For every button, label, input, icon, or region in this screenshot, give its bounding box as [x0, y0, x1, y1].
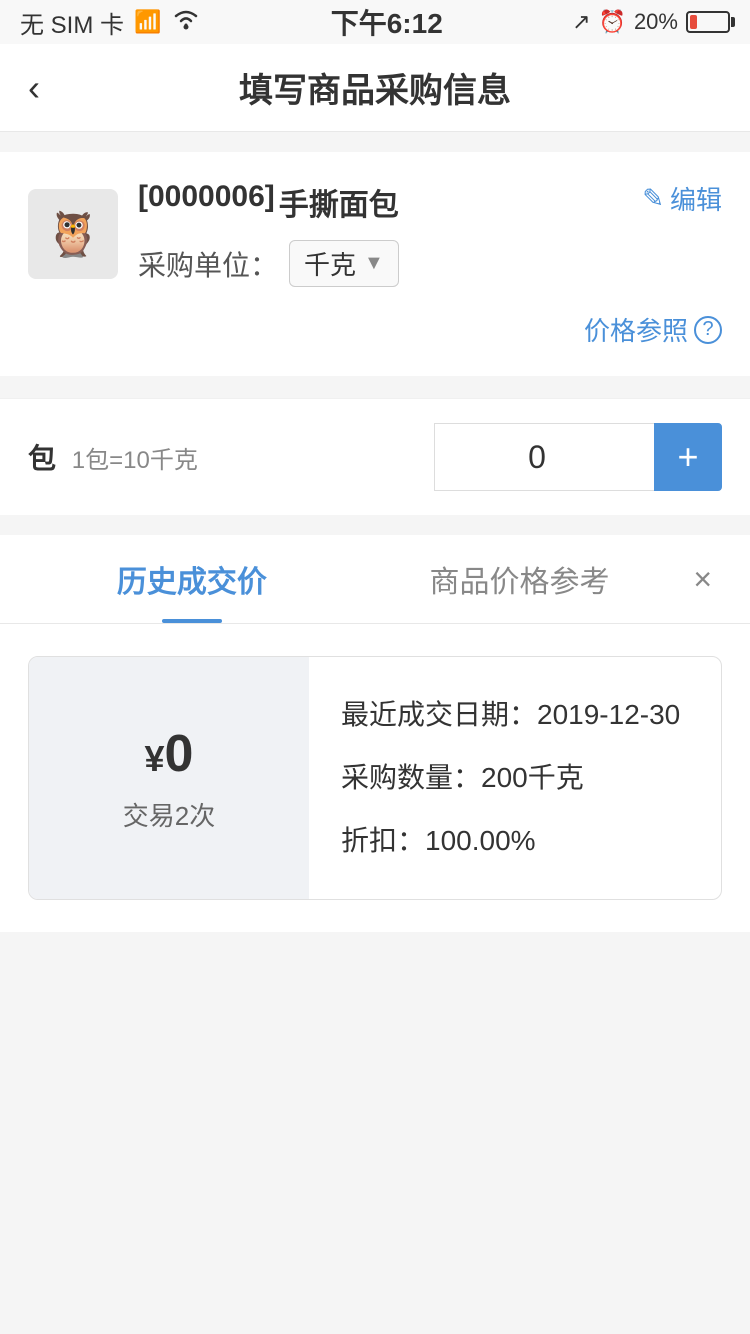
location-icon: ↗: [572, 9, 590, 35]
price-ref-label: 价格参照: [584, 311, 688, 348]
pkg-label: 包: [28, 443, 56, 474]
nav-bar: ‹ 填写商品采购信息: [0, 44, 750, 132]
quantity-row: 包 1包=10千克 +: [0, 398, 750, 515]
status-right: ↗ ⏰ 20%: [572, 9, 730, 35]
history-trades-label: 交易2次: [123, 796, 215, 833]
tab-content: ¥0 交易2次 最近成交日期：2019-12-30 采购数量：200千克 折扣：…: [0, 624, 750, 932]
tab-product-price-ref[interactable]: 商品价格参考: [356, 535, 684, 623]
discount-row: 折扣：100.00%: [341, 819, 689, 864]
edit-label: 编辑: [670, 180, 722, 217]
page-title: 填写商品采购信息: [239, 63, 511, 112]
purchase-qty-label: 采购数量：: [341, 762, 481, 793]
product-name: 手撕面包: [279, 180, 399, 224]
purchase-qty-row: 采购数量：200千克: [341, 756, 689, 801]
quantity-control: +: [434, 423, 722, 491]
tab-header: 历史成交价 商品价格参考 ×: [0, 535, 750, 624]
carrier-text: 无 SIM 卡: [20, 5, 124, 40]
price-ref-question-icon: ?: [694, 316, 722, 344]
tab-history-price[interactable]: 历史成交价: [28, 535, 356, 623]
tab-close-button[interactable]: ×: [683, 561, 722, 598]
unit-conversion-label: 1包=10千克: [72, 447, 198, 474]
quantity-label-group: 包 1包=10千克: [28, 437, 198, 477]
history-detail-panel: 最近成交日期：2019-12-30 采购数量：200千克 折扣：100.00%: [309, 657, 721, 899]
alarm-icon: ⏰: [599, 9, 626, 35]
edit-icon: ✎: [642, 183, 664, 214]
unit-value: 千克: [304, 245, 356, 282]
recent-date-label: 最近成交日期：: [341, 699, 537, 730]
product-header: 🦉 [0000006] 手撕面包 采购单位： 千克 ▼ ✎ 编辑: [28, 180, 722, 287]
discount-label: 折扣：: [341, 825, 425, 856]
status-time: 下午6:12: [331, 2, 443, 42]
recent-date-value: 2019-12-30: [537, 699, 680, 730]
price-ref-button[interactable]: 价格参照 ?: [584, 311, 722, 348]
history-price-panel: ¥0 交易2次: [29, 657, 309, 899]
battery-icon: [686, 11, 730, 33]
battery-percent: 20%: [634, 9, 678, 35]
tab-section: 历史成交价 商品价格参考 × ¥0 交易2次 最近成交日期：2019-12-30…: [0, 535, 750, 932]
separator-1: [0, 376, 750, 396]
edit-button[interactable]: ✎ 编辑: [642, 180, 722, 217]
unit-label: 采购单位：: [138, 244, 278, 284]
back-button[interactable]: ‹: [28, 67, 40, 109]
product-unit-row: 采购单位： 千克 ▼: [138, 240, 399, 287]
currency-symbol: ¥: [145, 738, 165, 779]
sim-card-icon: 📶: [134, 9, 161, 35]
product-card: 🦉 [0000006] 手撕面包 采购单位： 千克 ▼ ✎ 编辑: [0, 152, 750, 376]
purchase-qty-value: 200千克: [481, 762, 584, 793]
quantity-plus-button[interactable]: +: [654, 423, 722, 491]
wifi-icon: [171, 8, 201, 37]
price-ref-row: 价格参照 ?: [28, 311, 722, 348]
product-thumbnail: 🦉: [28, 189, 118, 279]
status-bar: 无 SIM 卡 📶 下午6:12 ↗ ⏰ 20%: [0, 0, 750, 44]
discount-value: 100.00%: [425, 825, 536, 856]
history-card: ¥0 交易2次 最近成交日期：2019-12-30 采购数量：200千克 折扣：…: [28, 656, 722, 900]
history-price-display: ¥0: [145, 724, 194, 784]
quantity-input[interactable]: [434, 423, 654, 491]
chevron-down-icon: ▼: [364, 252, 384, 275]
product-info-left: 🦉 [0000006] 手撕面包 采购单位： 千克 ▼: [28, 180, 399, 287]
product-logo-icon: 🦉: [46, 208, 101, 260]
recent-date-row: 最近成交日期：2019-12-30: [341, 693, 689, 738]
product-id: [0000006]: [138, 180, 275, 224]
status-left: 无 SIM 卡 📶: [20, 5, 201, 40]
unit-select[interactable]: 千克 ▼: [289, 240, 399, 287]
